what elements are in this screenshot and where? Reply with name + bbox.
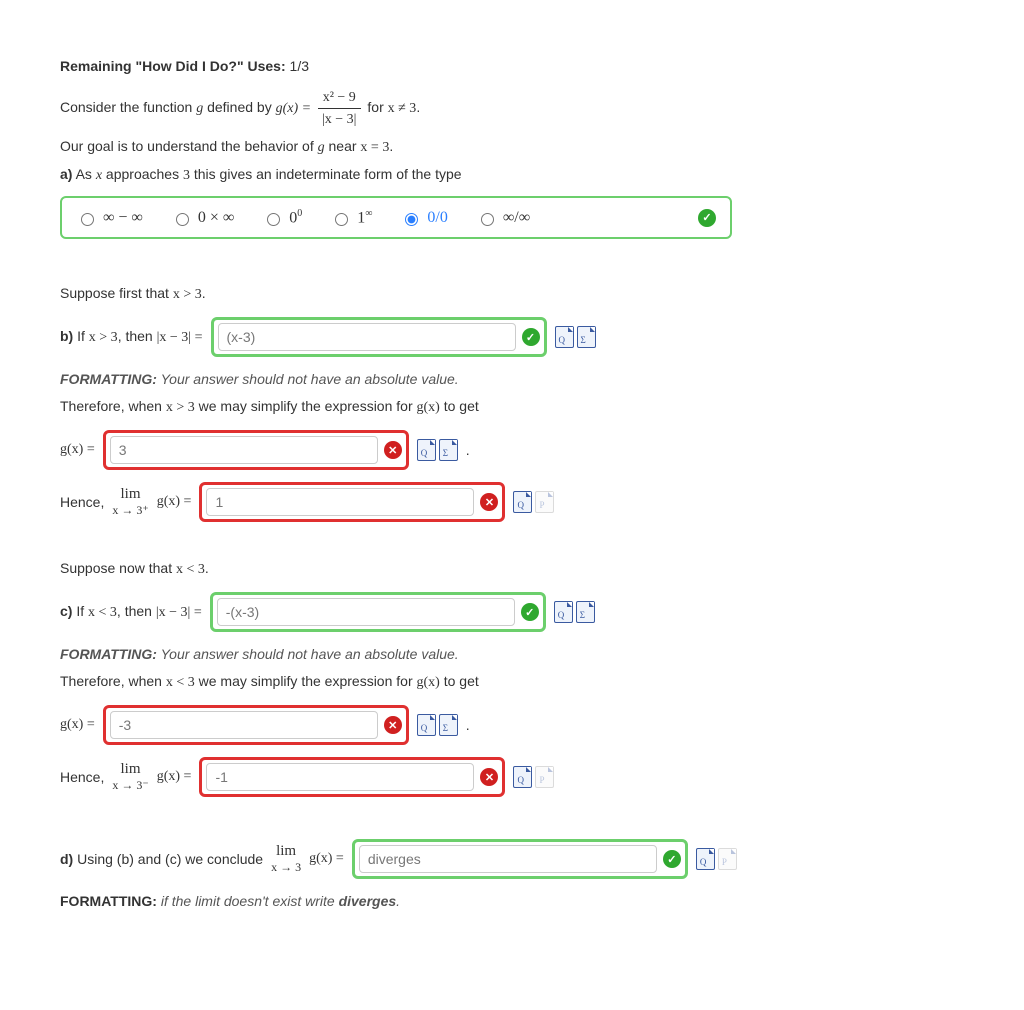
part-c-limit-row: Hence, lim x → 3⁻ g(x) = (60, 757, 964, 797)
equation-icon[interactable] (439, 439, 458, 461)
preview-icon[interactable] (513, 766, 532, 788)
limit-notation: lim x → 3⁻ (112, 761, 148, 793)
input-b-abs[interactable] (218, 323, 516, 351)
limit-notation: lim x → 3 (271, 843, 301, 875)
formatting-note-b: FORMATTING: Your answer should not have … (60, 369, 964, 390)
check-icon (698, 209, 716, 227)
prompt-goal: Our goal is to understand the behavior o… (60, 136, 964, 158)
check-icon (521, 603, 539, 621)
preview-icon[interactable] (417, 439, 436, 461)
part-a-text: a) As x approaches 3 this gives an indet… (60, 164, 964, 186)
check-icon (522, 328, 540, 346)
x-icon (480, 493, 498, 511)
input-b-limit[interactable] (206, 488, 474, 516)
formatting-note-c: FORMATTING: Your answer should not have … (60, 644, 964, 665)
check-icon (663, 850, 681, 868)
input-c-gx[interactable] (110, 711, 378, 739)
indeterminate-form-choice: ∞ − ∞ 0 × ∞ 00 1∞ 0/0 ∞/∞ (60, 196, 732, 239)
preview-icon[interactable] (513, 491, 532, 513)
radio-zero-over-zero[interactable]: 0/0 (400, 209, 447, 227)
x-icon (480, 768, 498, 786)
equation-icon[interactable] (576, 601, 595, 623)
limit-notation: lim x → 3⁺ (112, 486, 148, 518)
formatting-note-d: FORMATTING: if the limit doesn't exist w… (60, 891, 964, 912)
preview-icon[interactable] (696, 848, 715, 870)
suppose-b: Suppose first that x > 3. (60, 283, 964, 305)
therefore-c: Therefore, when x < 3 we may simplify th… (60, 671, 964, 693)
preview-icon[interactable] (554, 601, 573, 623)
preview-icon[interactable] (555, 326, 574, 348)
radio-one-inf[interactable]: 1∞ (330, 208, 372, 227)
part-b-row: b) If x > 3, then |x − 3| = (60, 317, 964, 357)
suppose-c: Suppose now that x < 3. (60, 558, 964, 580)
doc-icon[interactable] (718, 848, 737, 870)
radio-zero-zero[interactable]: 00 (262, 208, 302, 227)
radio-inf-over-inf[interactable]: ∞/∞ (476, 209, 530, 227)
doc-icon[interactable] (535, 766, 554, 788)
part-c-row: c) If x < 3, then |x − 3| = (60, 592, 964, 632)
radio-inf-minus-inf[interactable]: ∞ − ∞ (76, 209, 143, 227)
part-c-gx-row: g(x) = . (60, 705, 964, 745)
part-d-row: d) Using (b) and (c) we conclude lim x →… (60, 839, 964, 879)
uses-remaining: Remaining "How Did I Do?" Uses: 1/3 (60, 56, 964, 77)
input-c-limit[interactable] (206, 763, 474, 791)
input-c-abs[interactable] (217, 598, 515, 626)
fraction-denominator: |x − 3| (318, 109, 361, 130)
fraction-numerator: x² − 9 (318, 87, 361, 109)
equation-icon[interactable] (577, 326, 596, 348)
prompt-definition: Consider the function g defined by g(x) … (60, 87, 964, 130)
preview-icon[interactable] (417, 714, 436, 736)
part-b-gx-row: g(x) = . (60, 430, 964, 470)
x-icon (384, 716, 402, 734)
doc-icon[interactable] (535, 491, 554, 513)
input-b-gx[interactable] (110, 436, 378, 464)
input-d-limit[interactable] (359, 845, 657, 873)
equation-icon[interactable] (439, 714, 458, 736)
part-b-limit-row: Hence, lim x → 3⁺ g(x) = (60, 482, 964, 522)
therefore-b: Therefore, when x > 3 we may simplify th… (60, 396, 964, 418)
x-icon (384, 441, 402, 459)
radio-zero-times-inf[interactable]: 0 × ∞ (171, 209, 234, 227)
